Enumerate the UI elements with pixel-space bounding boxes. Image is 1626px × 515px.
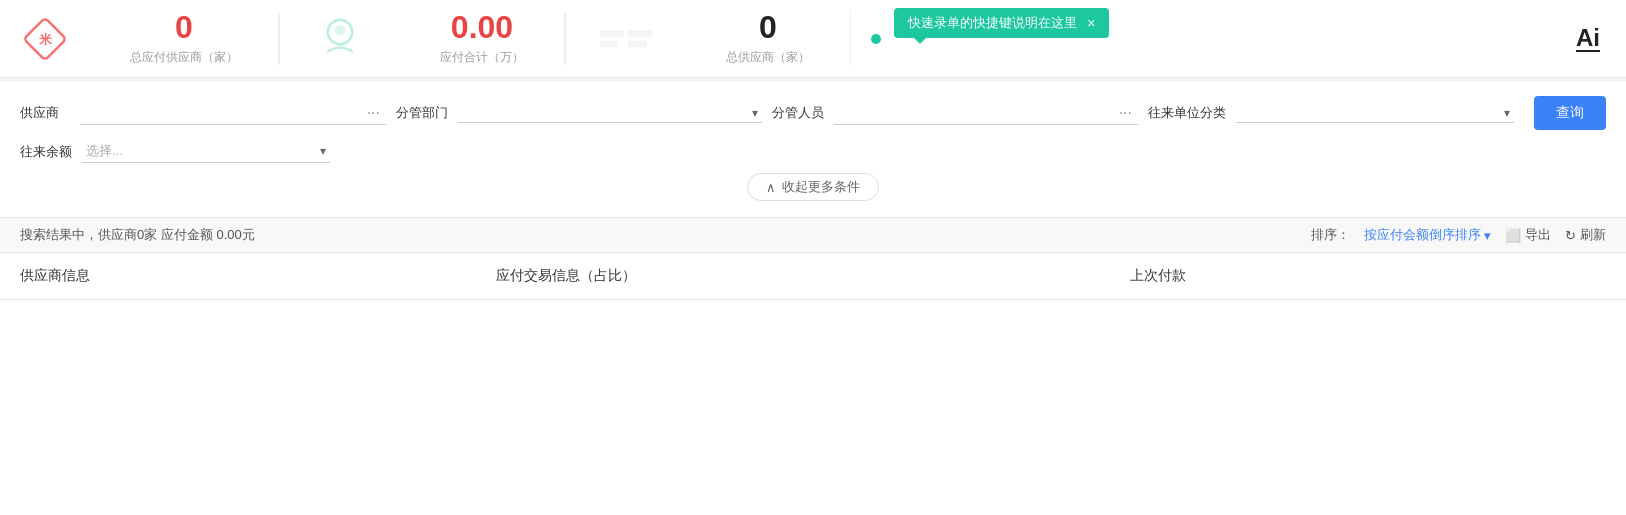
- refresh-icon: ↻: [1565, 228, 1576, 243]
- person-input[interactable]: [838, 105, 1117, 120]
- unit-class-chevron[interactable]: ▾: [1504, 106, 1510, 120]
- filter-row-1: 供应商 ··· 分管部门 ▾ 分管人员 ··· 往来单位分类: [20, 96, 1606, 130]
- dept-chevron[interactable]: ▾: [752, 106, 758, 120]
- person-input-wrap[interactable]: ···: [834, 102, 1138, 125]
- stat3-value: 0: [759, 11, 777, 43]
- tooltip-close[interactable]: ×: [1087, 15, 1095, 31]
- supplier-input[interactable]: [84, 105, 365, 120]
- balance-label: 往来余额: [20, 143, 72, 161]
- ai-badge: Ai: [1576, 26, 1600, 52]
- sort-chevron: ▾: [1484, 228, 1491, 243]
- logo-icon: 米: [20, 14, 70, 64]
- collapse-label: 收起更多条件: [782, 178, 860, 196]
- divider-1: [279, 14, 280, 64]
- filter-balance: 往来余额 选择... ▾: [20, 140, 340, 163]
- right-icon: [596, 9, 656, 69]
- balance-select-wrap[interactable]: 选择... ▾: [82, 140, 330, 163]
- balance-placeholder: 选择...: [86, 142, 320, 160]
- dept-select-wrap[interactable]: ▾: [458, 104, 762, 123]
- filter-unit-class: 往来单位分类 ▾: [1148, 104, 1524, 123]
- sort-select[interactable]: 按应付会额倒序排序 ▾: [1364, 226, 1491, 244]
- export-icon: ⬜: [1505, 228, 1521, 243]
- result-bar: 搜索结果中，供应商0家 应付金额 0.00元 排序： 按应付会额倒序排序 ▾ ⬜…: [0, 218, 1626, 253]
- dept-label: 分管部门: [396, 104, 448, 122]
- refresh-button[interactable]: ↻ 刷新: [1565, 226, 1606, 244]
- person-dots[interactable]: ···: [1117, 104, 1134, 122]
- result-actions: 排序： 按应付会额倒序排序 ▾ ⬜ 导出 ↻ 刷新: [1311, 226, 1606, 244]
- stat2-value: 0.00: [451, 11, 513, 43]
- person-label: 分管人员: [772, 104, 824, 122]
- result-info: 搜索结果中，供应商0家 应付金额 0.00元: [20, 226, 255, 244]
- filter-row-2: 往来余额 选择... ▾: [20, 140, 1606, 163]
- ai-badge-text: Ai: [1576, 26, 1600, 52]
- balance-chevron[interactable]: ▾: [320, 144, 326, 158]
- svg-rect-6: [628, 30, 652, 37]
- stat-total-suppliers: 0 总供应商（家）: [686, 11, 851, 66]
- svg-rect-4: [600, 30, 624, 37]
- svg-rect-7: [628, 40, 647, 47]
- export-button[interactable]: ⬜ 导出: [1505, 226, 1551, 244]
- supplier-dots[interactable]: ···: [365, 104, 382, 122]
- col-transaction-info: 应付交易信息（占比）: [496, 267, 1130, 285]
- collapse-icon: ∧: [766, 180, 776, 195]
- unit-class-select-wrap[interactable]: ▾: [1236, 104, 1514, 123]
- refresh-label: 刷新: [1580, 226, 1606, 244]
- collapse-button[interactable]: ∧ 收起更多条件: [747, 173, 879, 201]
- center-icon: [310, 9, 370, 69]
- tooltip-bubble: 快速录单的快捷键说明在这里 ×: [894, 8, 1109, 38]
- supplier-label: 供应商: [20, 104, 70, 122]
- svg-point-3: [335, 25, 345, 35]
- stat1-label: 总应付供应商（家）: [130, 49, 238, 66]
- tooltip-text: 快速录单的快捷键说明在这里: [908, 14, 1077, 32]
- stat1-value: 0: [175, 11, 193, 43]
- filter-person: 分管人员 ···: [772, 102, 1148, 125]
- collapse-row: ∧ 收起更多条件: [20, 173, 1606, 201]
- divider-2: [565, 14, 566, 64]
- col-supplier-info: 供应商信息: [20, 267, 496, 285]
- query-button[interactable]: 查询: [1534, 96, 1606, 130]
- top-bar: 米 0 总应付供应商（家） 0.00 应付合计（万） 0 总供应商（家）: [0, 0, 1626, 78]
- unit-class-label: 往来单位分类: [1148, 104, 1226, 122]
- filter-dept: 分管部门 ▾: [396, 104, 772, 123]
- stat2-label: 应付合计（万）: [440, 49, 524, 66]
- sort-prefix: 排序：: [1311, 226, 1350, 244]
- stat-payable-total: 0.00 应付合计（万）: [400, 11, 565, 66]
- col-last-payment: 上次付款: [1130, 267, 1606, 285]
- svg-rect-5: [600, 40, 617, 47]
- stat-payable-suppliers: 0 总应付供应商（家）: [90, 11, 279, 66]
- svg-text:米: 米: [38, 32, 53, 47]
- filter-section: 供应商 ··· 分管部门 ▾ 分管人员 ··· 往来单位分类: [0, 82, 1626, 218]
- table-body: [0, 300, 1626, 515]
- table-header: 供应商信息 应付交易信息（占比） 上次付款: [0, 253, 1626, 300]
- supplier-input-wrap[interactable]: ···: [80, 102, 386, 125]
- filter-supplier: 供应商 ···: [20, 102, 396, 125]
- sort-label: 按应付会额倒序排序: [1364, 226, 1481, 244]
- stat3-label: 总供应商（家）: [726, 49, 810, 66]
- export-label: 导出: [1525, 226, 1551, 244]
- tooltip-dot: [871, 34, 881, 44]
